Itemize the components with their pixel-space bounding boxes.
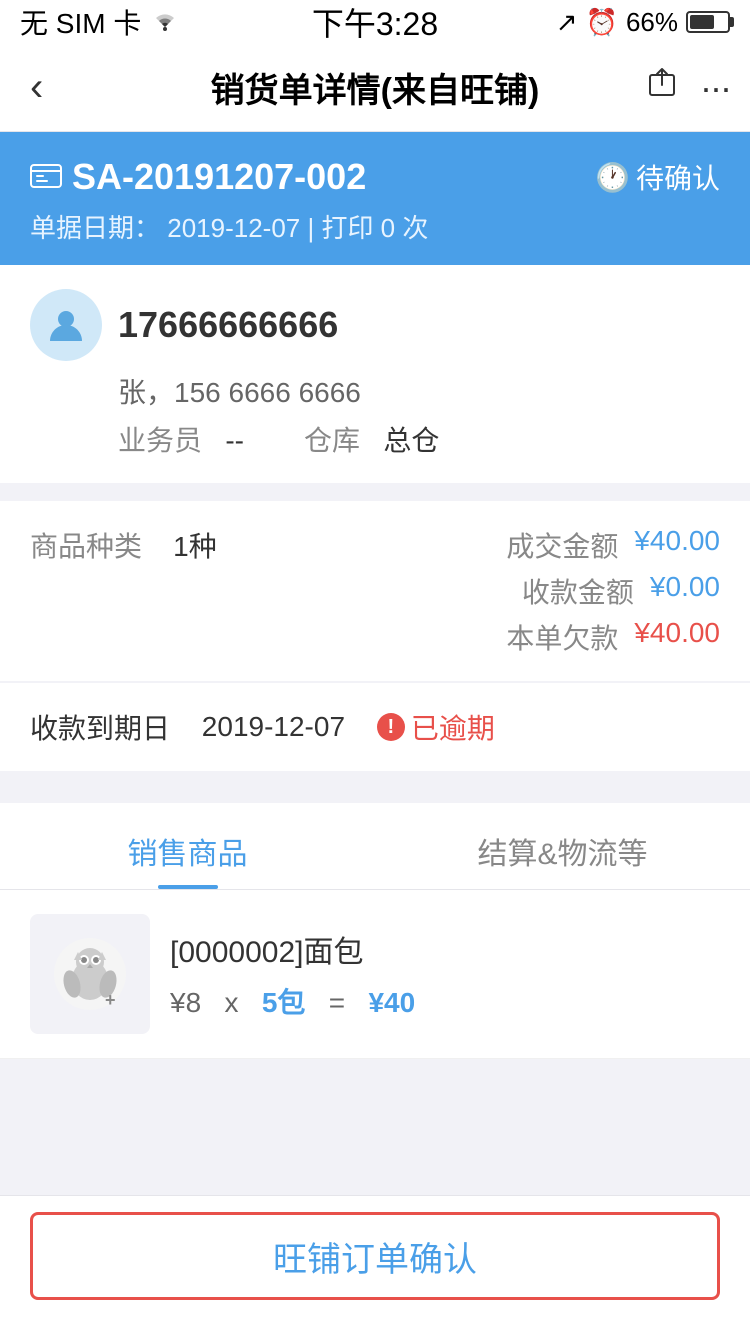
amount-value: ¥40.00 bbox=[634, 525, 720, 565]
nav-bar: ‹ 销货单详情(来自旺铺) ··· bbox=[0, 44, 750, 132]
received-row: 收款金额 ¥0.00 bbox=[522, 571, 720, 611]
owed-value: ¥40.00 bbox=[634, 617, 720, 657]
order-icon bbox=[30, 156, 62, 198]
product-info: [0000002]面包 ¥8 x 5包 = ¥40 bbox=[170, 914, 720, 1034]
tab-sales-label: 销售商品 bbox=[128, 838, 248, 871]
product-list: + [0000002]面包 ¥8 x 5包 = ¥40 bbox=[0, 890, 750, 1059]
amount-label: 成交金额 bbox=[506, 525, 618, 565]
equals-sign: = bbox=[329, 987, 345, 1018]
share-icon[interactable] bbox=[644, 65, 680, 110]
print-count: | 打印 0 次 bbox=[307, 213, 428, 243]
order-date-row: 单据日期： 2019-12-07 | 打印 0 次 bbox=[30, 208, 720, 245]
sales-value: -- bbox=[225, 425, 244, 456]
divider-2 bbox=[0, 787, 750, 803]
summary-section: 商品种类 1种 成交金额 ¥40.00 收款金额 ¥0.00 本单欠款 ¥40.… bbox=[0, 501, 750, 681]
warehouse-info: 仓库 总仓 bbox=[304, 419, 439, 459]
customer-name-phone: 张，156 6666 6666 bbox=[118, 371, 720, 411]
overdue-icon: ! bbox=[377, 713, 405, 741]
warehouse-value: 总仓 bbox=[383, 425, 439, 456]
overdue-badge: ! 已逾期 bbox=[377, 707, 495, 747]
customer-section: 17666666666 张，156 6666 6666 业务员 -- 仓库 总仓 bbox=[0, 265, 750, 483]
product-price: ¥8 x 5包 = ¥40 bbox=[170, 981, 720, 1021]
tab-settlement[interactable]: 结算&物流等 bbox=[375, 803, 750, 889]
received-value: ¥0.00 bbox=[650, 571, 720, 611]
product-type-value: 1种 bbox=[173, 531, 217, 562]
status-text: 待确认 bbox=[636, 157, 720, 197]
status-bar: 无 SIM 卡 下午3:28 ↗ ⏰ 66% bbox=[0, 0, 750, 44]
order-date-value: 2019-12-07 bbox=[167, 213, 300, 243]
order-number: SA-20191207-002 bbox=[72, 156, 366, 198]
sales-label: 业务员 bbox=[118, 425, 202, 456]
product-type-row: 商品种类 1种 bbox=[30, 525, 217, 565]
status-right: ↗ ⏰ 66% bbox=[556, 7, 730, 38]
back-button[interactable]: ‹ bbox=[20, 65, 53, 110]
owed-row: 本单欠款 ¥40.00 bbox=[506, 617, 720, 657]
order-status: 🕐 待确认 bbox=[595, 157, 720, 197]
product-type-label: 商品种类 bbox=[30, 531, 142, 562]
order-header: SA-20191207-002 🕐 待确认 单据日期： 2019-12-07 |… bbox=[0, 132, 750, 265]
divider-1 bbox=[0, 485, 750, 501]
sales-info: 业务员 -- bbox=[118, 419, 244, 459]
carrier-text: 无 SIM 卡 bbox=[20, 2, 141, 42]
price-unit: ¥8 bbox=[170, 987, 201, 1018]
battery-percentage: 66% bbox=[626, 7, 678, 38]
battery-icon bbox=[686, 11, 730, 33]
total-price: ¥40 bbox=[368, 987, 415, 1018]
tabs-bar: 销售商品 结算&物流等 bbox=[0, 803, 750, 890]
order-id-row: SA-20191207-002 bbox=[30, 156, 366, 198]
duedate-label: 收款到期日 bbox=[30, 707, 170, 747]
date-label: 单据日期： bbox=[30, 213, 160, 243]
confirm-button-wrapper: 旺铺订单确认 bbox=[0, 1195, 750, 1334]
duedate-section: 收款到期日 2019-12-07 ! 已逾期 bbox=[0, 683, 750, 771]
owed-label: 本单欠款 bbox=[506, 617, 618, 657]
product-thumbnail: + bbox=[30, 914, 150, 1034]
more-icon[interactable]: ··· bbox=[700, 67, 730, 109]
overdue-text: 已逾期 bbox=[411, 707, 495, 747]
nav-actions: ··· bbox=[644, 65, 730, 110]
page-title: 销货单详情(来自旺铺) bbox=[211, 63, 540, 112]
status-clock-icon: 🕐 bbox=[595, 161, 630, 194]
warehouse-label: 仓库 bbox=[304, 425, 360, 456]
wifi-icon bbox=[149, 6, 181, 38]
svg-text:+: + bbox=[105, 990, 116, 1010]
summary-left: 商品种类 1种 bbox=[30, 525, 217, 565]
table-row: + [0000002]面包 ¥8 x 5包 = ¥40 bbox=[0, 890, 750, 1059]
quantity: 5包 bbox=[262, 987, 306, 1018]
alarm-icon: ⏰ bbox=[586, 7, 618, 38]
tab-sales-product[interactable]: 销售商品 bbox=[0, 803, 375, 889]
tab-settlement-label: 结算&物流等 bbox=[477, 838, 647, 871]
multiply-sign: x bbox=[225, 987, 239, 1018]
confirm-order-button[interactable]: 旺铺订单确认 bbox=[30, 1212, 720, 1300]
duedate-value: 2019-12-07 bbox=[202, 711, 345, 743]
avatar bbox=[30, 289, 102, 361]
summary-right: 成交金额 ¥40.00 收款金额 ¥0.00 本单欠款 ¥40.00 bbox=[506, 525, 720, 657]
time-display: 下午3:28 bbox=[312, 0, 438, 45]
received-label: 收款金额 bbox=[522, 571, 634, 611]
amount-row: 成交金额 ¥40.00 bbox=[506, 525, 720, 565]
status-left: 无 SIM 卡 bbox=[20, 2, 181, 42]
customer-phone: 17666666666 bbox=[118, 304, 338, 346]
product-name: [0000002]面包 bbox=[170, 927, 720, 971]
customer-row: 17666666666 bbox=[30, 289, 720, 361]
location-icon: ↗ bbox=[556, 7, 578, 38]
customer-meta: 业务员 -- 仓库 总仓 bbox=[118, 419, 720, 459]
